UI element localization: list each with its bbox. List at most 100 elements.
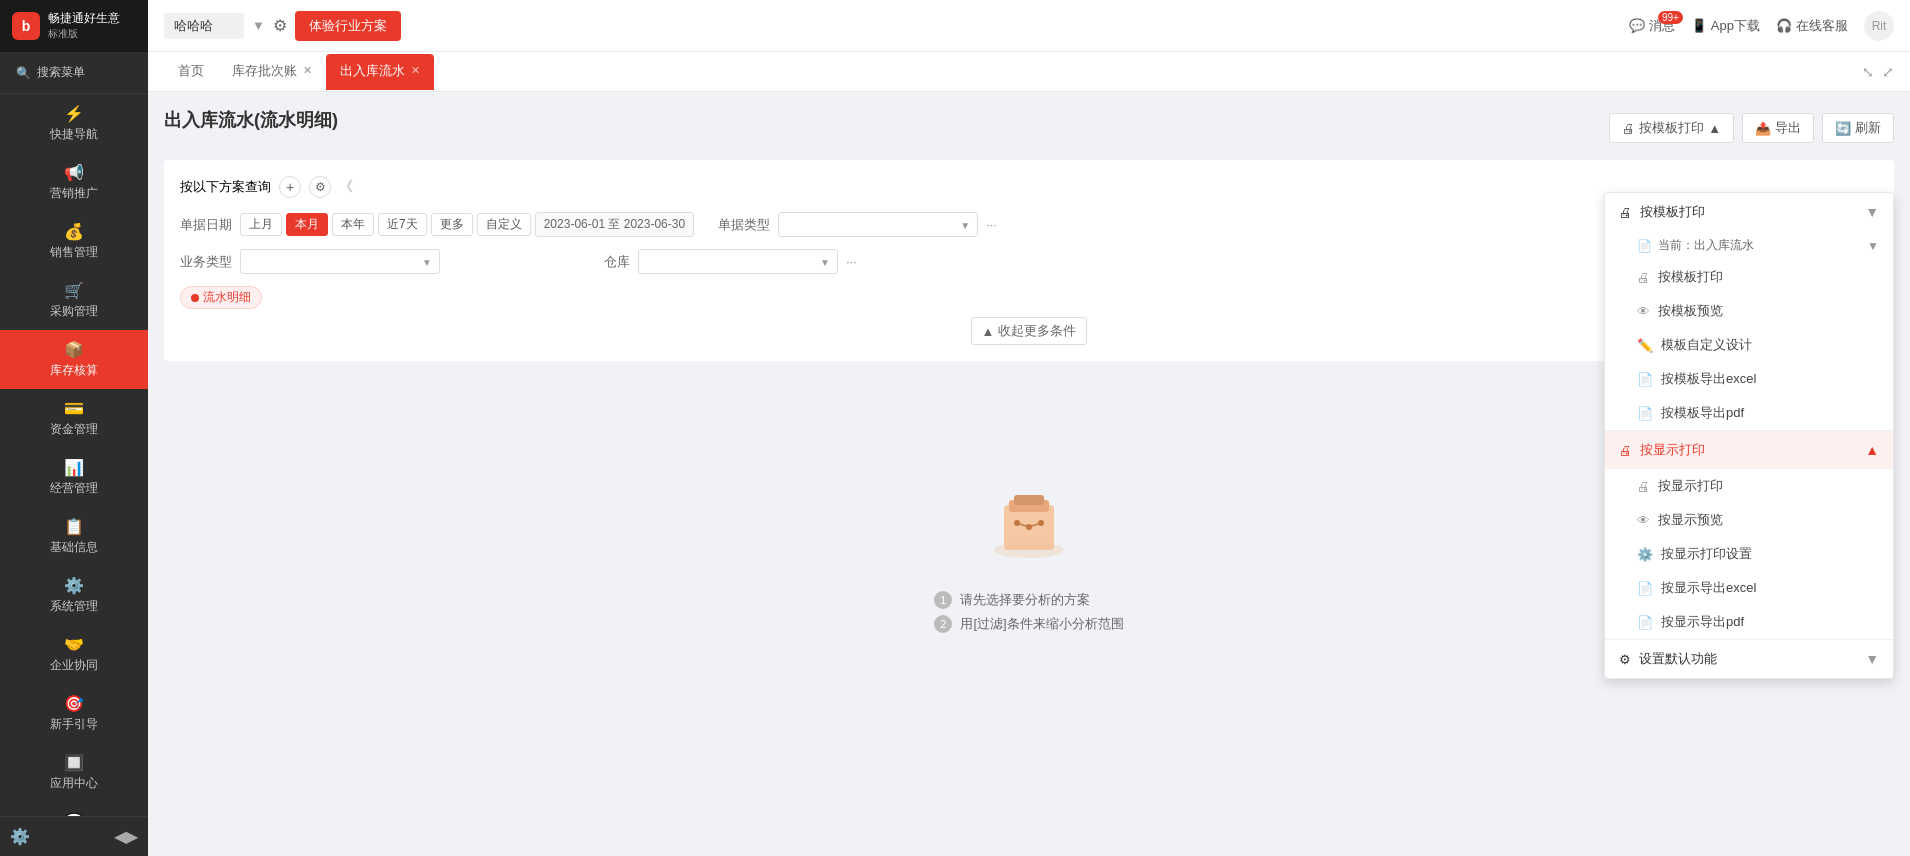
logo-sub: 标准版 <box>48 27 120 41</box>
filter-add-button[interactable]: + <box>279 176 301 198</box>
template-print-header[interactable]: 🖨 按模板打印 ▼ <box>1605 193 1893 231</box>
tab-batch-account-close[interactable]: ✕ <box>303 64 312 77</box>
date-7-days-btn[interactable]: 近7天 <box>378 213 427 236</box>
date-this-month-btn[interactable]: 本月 <box>286 213 328 236</box>
filter-warehouse-field: 仓库 ··· <box>604 249 857 274</box>
refresh-button[interactable]: 🔄 刷新 <box>1822 113 1894 143</box>
date-last-month-btn[interactable]: 上月 <box>240 213 282 236</box>
sidebar-item-inventory[interactable]: 📦 库存核算 <box>0 330 148 389</box>
search-menu-button[interactable]: 🔍 搜索菜单 <box>10 60 138 85</box>
user-area: 哈哈哈 ▼ ⚙ 体验行业方案 <box>164 11 1617 41</box>
template-preview-item[interactable]: 👁 按模板预览 <box>1605 294 1893 328</box>
maximize-window-icon[interactable]: ⤢ <box>1882 64 1894 80</box>
wechat-icon: 💬 <box>64 812 84 816</box>
default-section-chevron: ▼ <box>1865 651 1879 667</box>
doc-type-select[interactable] <box>778 212 978 237</box>
display-print-item[interactable]: 🖨 按显示打印 <box>1605 469 1893 503</box>
business-type-select[interactable] <box>240 249 440 274</box>
template-section-chevron: ▼ <box>1865 204 1879 220</box>
filter-settings-button[interactable]: ⚙ <box>309 176 331 198</box>
template-print-title: 按模板打印 <box>1640 203 1705 221</box>
warehouse-more-icon[interactable]: ··· <box>846 254 857 269</box>
date-buttons: 上月 本月 本年 近7天 更多 自定义 2023-06-01 至 2023-06… <box>240 212 694 237</box>
warehouse-select[interactable] <box>638 249 838 274</box>
sidebar-item-basic[interactable]: 📋 基础信息 <box>0 507 148 566</box>
page-title: 出入库流水(流水明细) <box>164 108 338 132</box>
collapse-more-button[interactable]: ▲ 收起更多条件 <box>971 317 1088 345</box>
trial-button[interactable]: 体验行业方案 <box>295 11 401 41</box>
tab-flow-close[interactable]: ✕ <box>411 64 420 77</box>
display-preview-label: 按显示预览 <box>1658 511 1723 529</box>
basic-icon: 📋 <box>64 517 84 536</box>
sidebar-item-purchase[interactable]: 🛒 采购管理 <box>0 271 148 330</box>
app-download-button[interactable]: 📱 App下载 <box>1691 17 1760 35</box>
active-filter-tag[interactable]: 流水明细 <box>180 286 262 309</box>
messages-button[interactable]: 💬 消息 99+ <box>1629 17 1675 35</box>
display-print-header[interactable]: 🖨 按显示打印 ▲ <box>1605 431 1893 469</box>
customer-service-label: 在线客服 <box>1796 17 1848 35</box>
guide-icon: 🎯 <box>64 694 84 713</box>
sidebar-item-sales[interactable]: 💰 销售管理 <box>0 212 148 271</box>
display-export-pdf-item[interactable]: 📄 按显示导出pdf <box>1605 605 1893 639</box>
main-content: 哈哈哈 ▼ ⚙ 体验行业方案 💬 消息 99+ 📱 App下载 🎧 在线客服 R… <box>148 0 1910 856</box>
sidebar-item-system[interactable]: ⚙️ 系统管理 <box>0 566 148 625</box>
empty-step-2: 2 用[过滤]条件来缩小分析范围 <box>934 615 1123 633</box>
template-custom-icon: ✏️ <box>1637 338 1653 353</box>
template-custom-label: 模板自定义设计 <box>1661 336 1752 354</box>
quick-nav-icon: ⚡ <box>64 104 84 123</box>
current-template-arrow: ▼ <box>1867 239 1879 253</box>
default-section-header[interactable]: ⚙ 设置默认功能 ▼ <box>1605 640 1893 678</box>
date-more-btn[interactable]: 更多 <box>431 213 473 236</box>
topbar-settings-icon[interactable]: ⚙ <box>273 16 287 35</box>
refresh-icon: 🔄 <box>1835 121 1851 136</box>
empty-illustration <box>979 475 1079 575</box>
display-export-excel-item[interactable]: 📄 按显示导出excel <box>1605 571 1893 605</box>
template-export-pdf-item[interactable]: 📄 按模板导出pdf <box>1605 396 1893 430</box>
tab-flow[interactable]: 出入库流水 ✕ <box>326 54 434 90</box>
finance-icon: 💳 <box>64 399 84 418</box>
template-export-excel-item[interactable]: 📄 按模板导出excel <box>1605 362 1893 396</box>
template-print-item[interactable]: 🖨 按模板打印 <box>1605 260 1893 294</box>
sidebar-item-wechat[interactable]: 💬 企业微信 <box>0 802 148 816</box>
date-this-year-btn[interactable]: 本年 <box>332 213 374 236</box>
sidebar-item-apps[interactable]: 🔲 应用中心 <box>0 743 148 802</box>
sidebar-item-marketing[interactable]: 📢 营销推广 <box>0 153 148 212</box>
apps-icon: 🔲 <box>64 753 84 772</box>
date-custom-btn[interactable]: 自定义 <box>477 213 531 236</box>
sidebar-item-finance[interactable]: 💳 资金管理 <box>0 389 148 448</box>
current-template-label: 当前：出入库流水 <box>1658 237 1754 254</box>
customer-service-button[interactable]: 🎧 在线客服 <box>1776 17 1848 35</box>
display-preview-item[interactable]: 👁 按显示预览 <box>1605 503 1893 537</box>
filter-doc-type-field: 单据类型 ··· <box>718 212 997 237</box>
printer-icon: 🖨 <box>1619 205 1632 220</box>
template-print-icon: 🖨 <box>1637 270 1650 285</box>
display-print-settings-item[interactable]: ⚙️ 按显示打印设置 <box>1605 537 1893 571</box>
sidebar-search-area[interactable]: 🔍 搜索菜单 <box>0 52 148 94</box>
message-icon: 💬 <box>1629 18 1645 33</box>
app-download-icon: 📱 <box>1691 18 1707 33</box>
tab-batch-account[interactable]: 库存批次账 ✕ <box>218 54 326 90</box>
template-custom-item[interactable]: ✏️ 模板自定义设计 <box>1605 328 1893 362</box>
restore-window-icon[interactable]: ⤡ <box>1862 64 1874 80</box>
settings-bottom-icon[interactable]: ⚙️ <box>10 827 30 846</box>
user-avatar[interactable]: Rit <box>1864 11 1894 41</box>
sidebar-item-operations[interactable]: 📊 经营管理 <box>0 448 148 507</box>
sidebar-item-collab[interactable]: 🤝 企业协同 <box>0 625 148 684</box>
template-current-info: 📄 当前：出入库流水 ▼ <box>1605 231 1893 260</box>
export-button[interactable]: 📤 导出 <box>1742 113 1814 143</box>
sidebar-item-quick-nav[interactable]: ⚡ 快捷导航 <box>0 94 148 153</box>
tab-home[interactable]: 首页 <box>164 54 218 90</box>
print-template-button[interactable]: 🖨 按模板打印 ▲ <box>1609 113 1734 143</box>
doc-type-more-icon[interactable]: ··· <box>986 217 997 232</box>
sidebar-item-guide[interactable]: 🎯 新手引导 <box>0 684 148 743</box>
filter-collapse-icon[interactable]: 《 <box>339 178 353 196</box>
marketing-icon: 📢 <box>64 163 84 182</box>
template-export-pdf-label: 按模板导出pdf <box>1661 404 1744 422</box>
username-dropdown-icon[interactable]: ▼ <box>252 18 265 33</box>
export-icon: 📤 <box>1755 121 1771 136</box>
logo-area: b 畅捷通好生意 标准版 <box>0 0 148 52</box>
collapse-sidebar-icon[interactable]: ◀▶ <box>114 827 138 846</box>
filter-tag-dot <box>191 294 199 302</box>
inventory-icon: 📦 <box>64 340 84 359</box>
purchase-icon: 🛒 <box>64 281 84 300</box>
